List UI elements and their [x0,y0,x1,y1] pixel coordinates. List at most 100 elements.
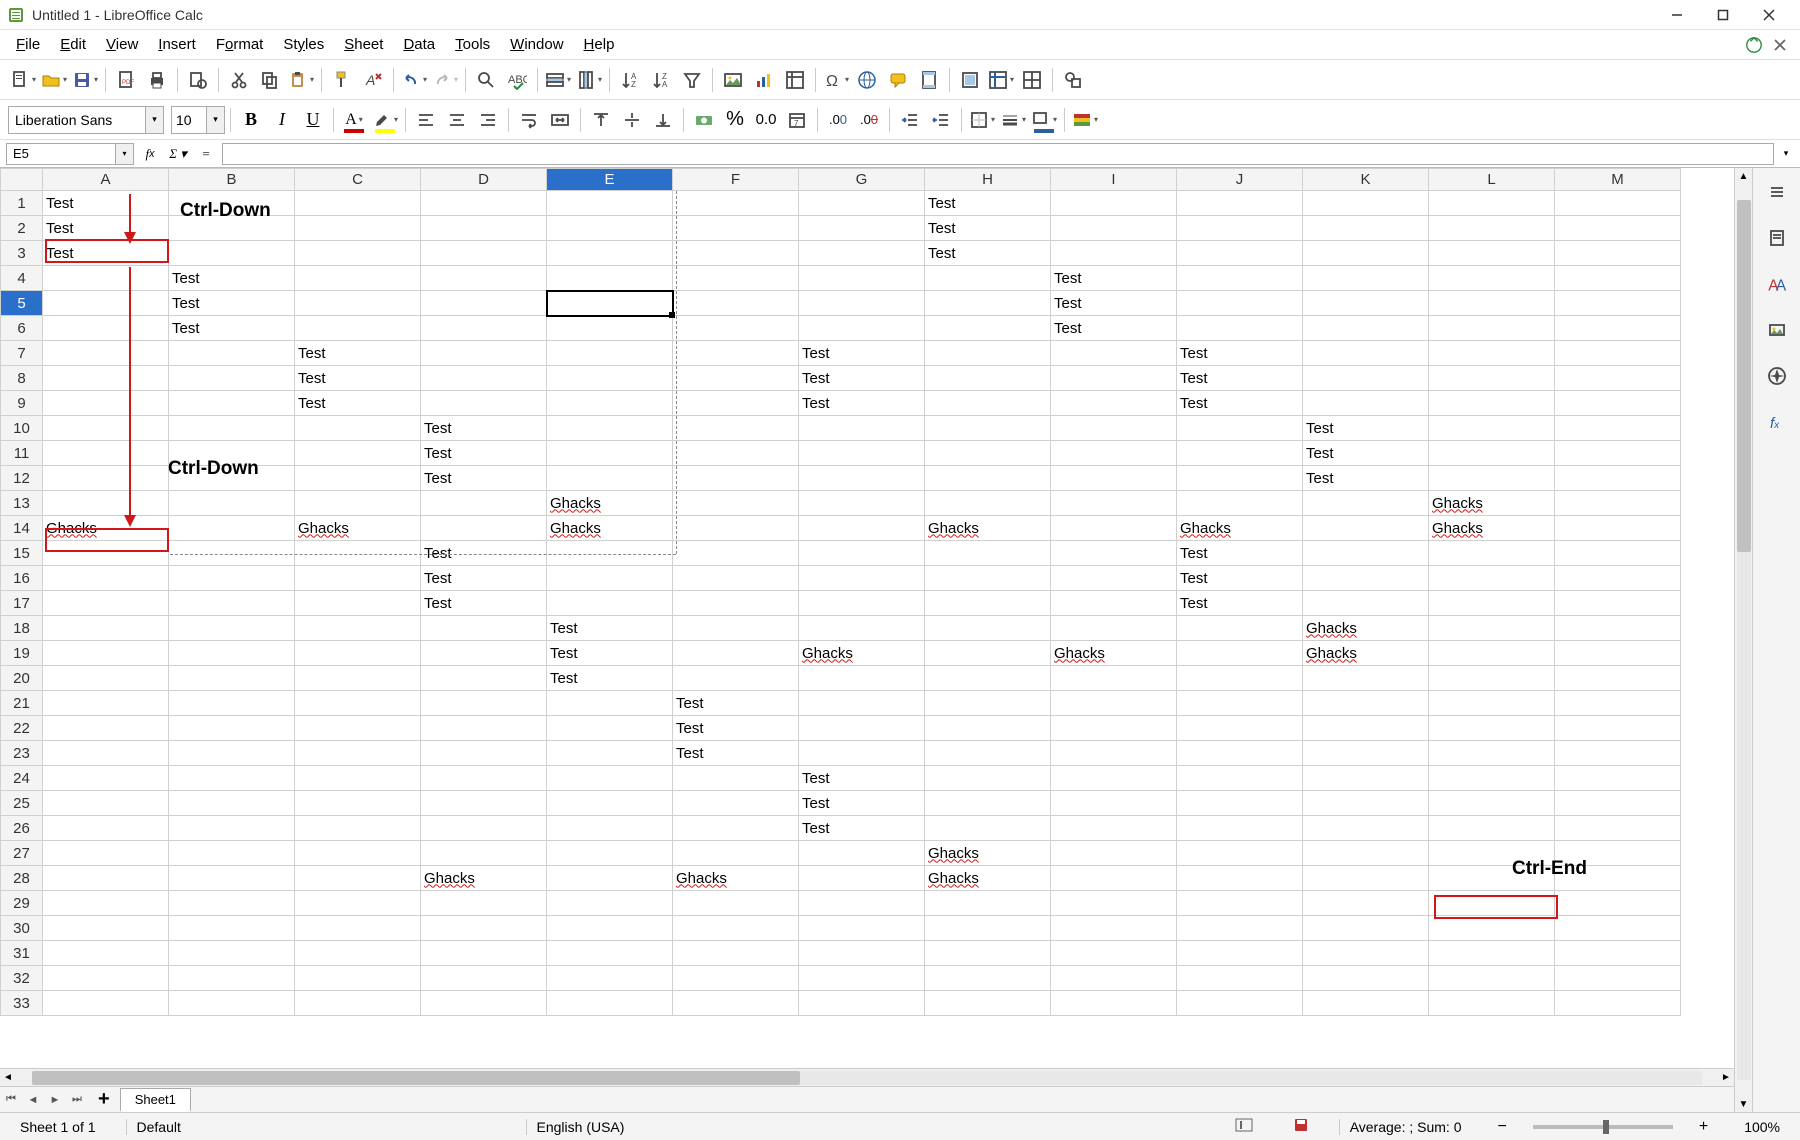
cell-B18[interactable] [169,616,295,641]
cell-E33[interactable] [547,991,673,1016]
clone-formatting-button[interactable] [327,65,357,95]
cell-A19[interactable] [43,641,169,666]
insert-chart-button[interactable] [749,65,779,95]
cell-L5[interactable] [1429,291,1555,316]
cell-J24[interactable] [1177,766,1303,791]
cell-H23[interactable] [925,741,1051,766]
cell-B3[interactable] [169,241,295,266]
cell-K18[interactable]: Ghacks [1303,616,1429,641]
row-header-25[interactable]: 25 [1,791,43,816]
cell-A10[interactable] [43,416,169,441]
column-header-L[interactable]: L [1429,169,1555,191]
cell-L19[interactable] [1429,641,1555,666]
column-button[interactable] [574,65,604,95]
cell-H15[interactable] [925,541,1051,566]
row-header-15[interactable]: 15 [1,541,43,566]
cell-E21[interactable] [547,691,673,716]
row-header-8[interactable]: 8 [1,366,43,391]
cell-M20[interactable] [1555,666,1681,691]
cell-B17[interactable] [169,591,295,616]
cell-F23[interactable]: Test [673,741,799,766]
menu-sheet[interactable]: Sheet [334,32,393,57]
cell-H13[interactable] [925,491,1051,516]
cell-I4[interactable]: Test [1051,266,1177,291]
cell-C13[interactable] [295,491,421,516]
cell-J23[interactable] [1177,741,1303,766]
cell-G4[interactable] [799,266,925,291]
cell-M16[interactable] [1555,566,1681,591]
comment-button[interactable] [883,65,913,95]
cell-G16[interactable] [799,566,925,591]
cell-J28[interactable] [1177,866,1303,891]
cell-I28[interactable] [1051,866,1177,891]
cell-D15[interactable]: Test [421,541,547,566]
row-header-26[interactable]: 26 [1,816,43,841]
cell-H33[interactable] [925,991,1051,1016]
cell-L2[interactable] [1429,216,1555,241]
cell-E2[interactable] [547,216,673,241]
cell-L4[interactable] [1429,266,1555,291]
cell-D4[interactable] [421,266,547,291]
cell-F7[interactable] [673,341,799,366]
row-header-3[interactable]: 3 [1,241,43,266]
cell-C29[interactable] [295,891,421,916]
cell-K16[interactable] [1303,566,1429,591]
row-header-33[interactable]: 33 [1,991,43,1016]
cell-K3[interactable] [1303,241,1429,266]
cell-H11[interactable] [925,441,1051,466]
cell-I10[interactable] [1051,416,1177,441]
cell-M30[interactable] [1555,916,1681,941]
cell-E32[interactable] [547,966,673,991]
cell-A5[interactable] [43,291,169,316]
cell-L26[interactable] [1429,816,1555,841]
cell-C14[interactable]: Ghacks [295,516,421,541]
cell-C5[interactable] [295,291,421,316]
cell-reference-input[interactable] [6,143,116,165]
cell-A3[interactable]: Test [43,241,169,266]
cell-F16[interactable] [673,566,799,591]
cell-L15[interactable] [1429,541,1555,566]
cell-D12[interactable]: Test [421,466,547,491]
cell-F10[interactable] [673,416,799,441]
cell-E10[interactable] [547,416,673,441]
cell-A20[interactable] [43,666,169,691]
cell-C21[interactable] [295,691,421,716]
cell-A32[interactable] [43,966,169,991]
cell-E1[interactable] [547,191,673,216]
row-header-5[interactable]: 5 [1,291,43,316]
row-header-27[interactable]: 27 [1,841,43,866]
cell-L22[interactable] [1429,716,1555,741]
cell-E11[interactable] [547,441,673,466]
cell-E20[interactable]: Test [547,666,673,691]
cell-H31[interactable] [925,941,1051,966]
cell-I30[interactable] [1051,916,1177,941]
cell-B16[interactable] [169,566,295,591]
remove-decimal-button[interactable]: .00 [854,105,884,135]
row-header-9[interactable]: 9 [1,391,43,416]
cell-H19[interactable] [925,641,1051,666]
cell-H7[interactable] [925,341,1051,366]
cell-M33[interactable] [1555,991,1681,1016]
cell-K29[interactable] [1303,891,1429,916]
cell-K10[interactable]: Test [1303,416,1429,441]
cell-A17[interactable] [43,591,169,616]
cell-C26[interactable] [295,816,421,841]
cell-A6[interactable] [43,316,169,341]
cell-M3[interactable] [1555,241,1681,266]
cell-J16[interactable]: Test [1177,566,1303,591]
next-sheet-button[interactable]: ► [44,1089,66,1111]
open-button[interactable] [39,65,69,95]
cell-D27[interactable] [421,841,547,866]
redo-button[interactable] [430,65,460,95]
vertical-scrollbar[interactable]: ▲ ▼ [1734,168,1752,1112]
cell-J15[interactable]: Test [1177,541,1303,566]
cell-M29[interactable] [1555,891,1681,916]
cell-J7[interactable]: Test [1177,341,1303,366]
cell-I32[interactable] [1051,966,1177,991]
cell-H3[interactable]: Test [925,241,1051,266]
cell-M2[interactable] [1555,216,1681,241]
menu-format[interactable]: Format [206,32,274,57]
cell-L13[interactable]: Ghacks [1429,491,1555,516]
copy-button[interactable] [255,65,285,95]
cell-I20[interactable] [1051,666,1177,691]
